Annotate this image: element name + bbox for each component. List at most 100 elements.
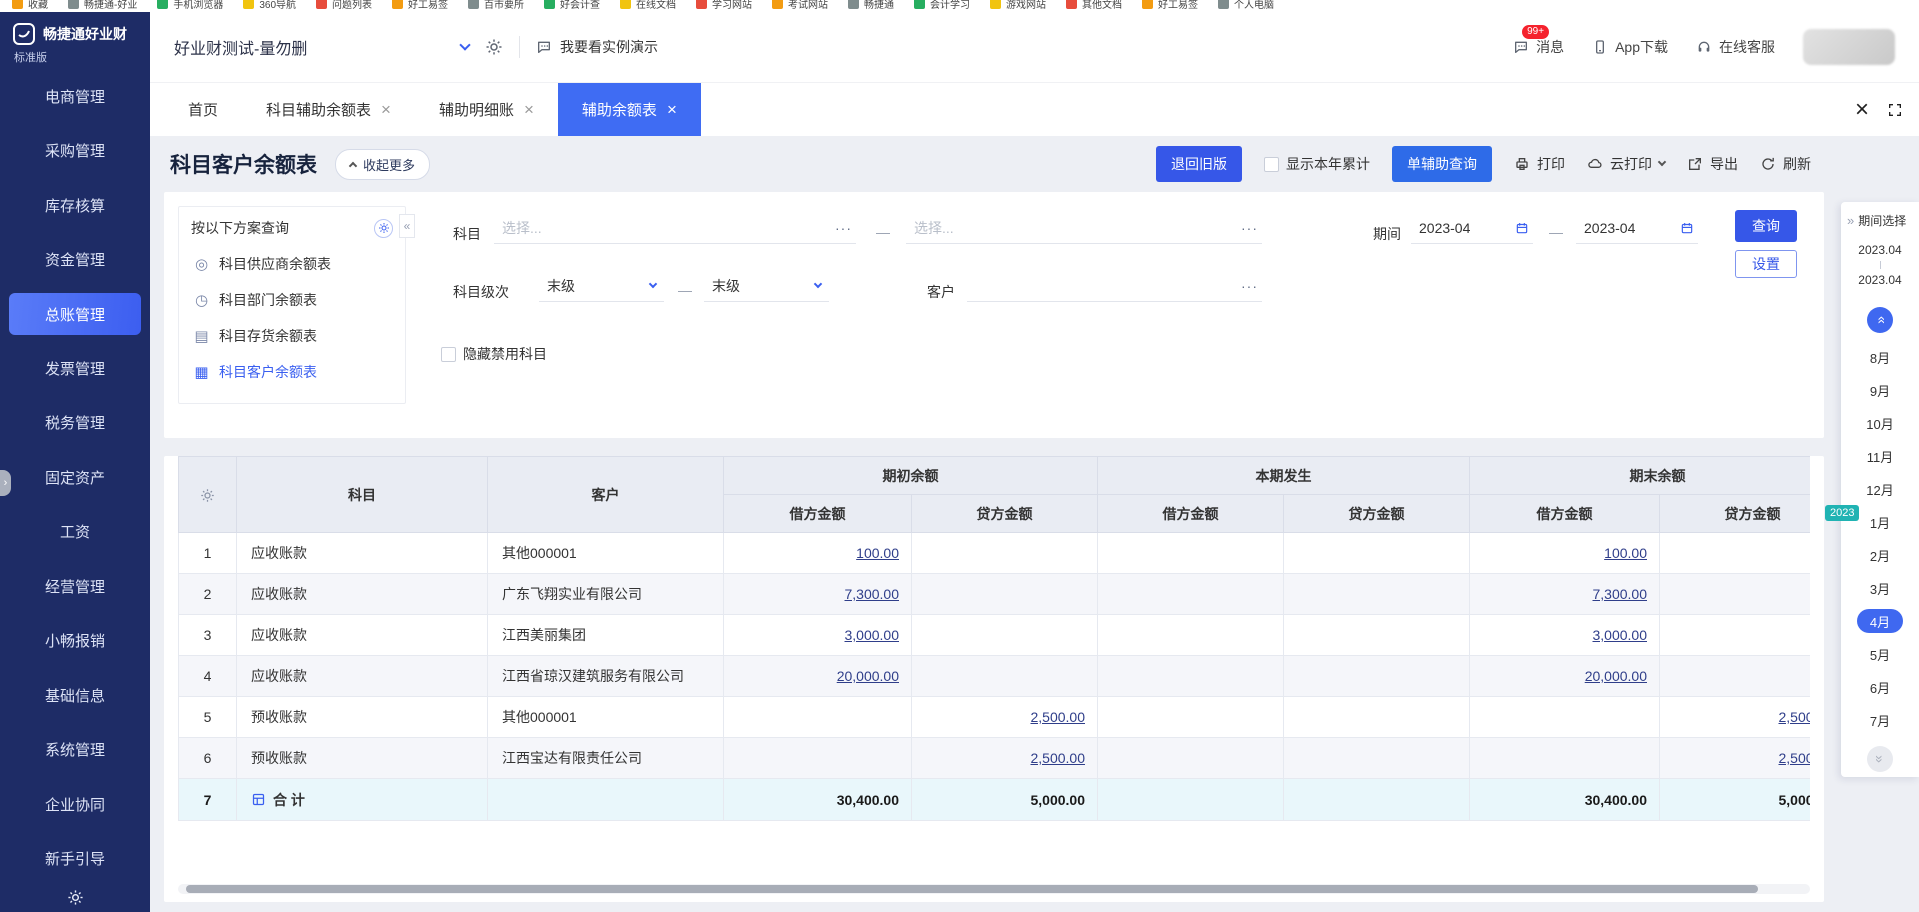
month-item[interactable]: 10月 (1857, 411, 1903, 435)
amount-link[interactable]: 2,500.00 (1779, 709, 1811, 725)
customer-field[interactable]: ··· (967, 270, 1262, 302)
fullscreen-icon[interactable] (1887, 102, 1903, 118)
month-item[interactable]: 12月 (1857, 477, 1903, 501)
level-to-select[interactable]: 末级 (704, 270, 829, 302)
sidebar-item[interactable]: 企业协同 (0, 777, 150, 832)
org-settings-gear-icon[interactable] (485, 38, 503, 56)
amount-link[interactable]: 2,500.00 (1031, 750, 1086, 766)
refresh-button[interactable]: 刷新 (1760, 154, 1811, 174)
cloud-print-button[interactable]: 云打印 (1587, 154, 1667, 174)
export-button[interactable]: 导出 (1687, 154, 1738, 174)
picker-ellipsis-icon[interactable]: ··· (1241, 278, 1258, 294)
bookmark-item[interactable]: 收藏 (12, 0, 48, 11)
collapse-more-button[interactable]: 收起更多 (335, 148, 431, 180)
close-page-icon[interactable]: × (1855, 97, 1869, 122)
bookmark-item[interactable]: 360导航 (243, 0, 296, 11)
bookmark-item[interactable]: 会计学习 (914, 0, 970, 11)
sidebar-item[interactable]: 固定资产 (0, 450, 150, 505)
column-header-credit[interactable]: 贷方金额 (1659, 494, 1810, 533)
collapse-panel-icon[interactable]: » (1847, 213, 1854, 228)
sidebar-item[interactable]: 小畅报销 (0, 614, 150, 669)
tab-close-icon[interactable]: × (381, 101, 391, 118)
column-header-credit[interactable]: 贷方金额 (911, 494, 1098, 533)
month-item[interactable]: 2月 (1857, 543, 1903, 567)
month-item[interactable]: 7月 (1857, 708, 1903, 732)
sidebar-settings-icon[interactable] (0, 889, 150, 907)
bookmark-item[interactable]: 手机浏览器 (157, 0, 223, 11)
picker-ellipsis-icon[interactable]: ··· (835, 220, 852, 236)
column-header-customer[interactable]: 客户 (487, 456, 724, 533)
scrollbar-thumb[interactable] (186, 885, 1758, 893)
scheme-item[interactable]: ▦ 科目客户余额表 (179, 354, 405, 390)
scroll-months-down-button[interactable]: » (1867, 746, 1893, 772)
sidebar-item[interactable]: 资金管理 (0, 233, 150, 288)
column-header-debit[interactable]: 借方金额 (1469, 494, 1660, 533)
bookmark-item[interactable]: 好工易签 (392, 0, 448, 11)
show-ytd-checkbox[interactable] (1264, 156, 1279, 172)
amount-link[interactable]: 100.00 (856, 545, 899, 561)
sidebar-item[interactable]: 库存核算 (0, 178, 150, 233)
subject-from-field[interactable]: 选择... ··· (494, 212, 856, 244)
subject-to-field[interactable]: 选择... ··· (906, 212, 1262, 244)
table-row[interactable]: 3 应收账款 江西美丽集团 3,000.00 3,000.00 (178, 614, 1810, 656)
sidebar-item[interactable]: 基础信息 (0, 668, 150, 723)
scheme-item[interactable]: ◷ 科目部门余额表 (179, 282, 405, 318)
column-header-debit[interactable]: 借方金额 (1097, 494, 1284, 533)
month-item[interactable]: 9月 (1857, 378, 1903, 402)
bookmark-item[interactable]: 游戏网站 (990, 0, 1046, 11)
month-item[interactable]: 3月 (1857, 576, 1903, 600)
level-from-select[interactable]: 末级 (539, 270, 664, 302)
sidebar-item[interactable]: 采购管理 (0, 124, 150, 179)
amount-link[interactable]: 7,300.00 (1593, 586, 1648, 602)
user-avatar[interactable] (1803, 29, 1895, 65)
online-service-button[interactable]: 在线客服 (1696, 37, 1775, 57)
bookmark-item[interactable]: 好会计查 (544, 0, 600, 11)
horizontal-scrollbar[interactable] (178, 884, 1810, 894)
bookmark-item[interactable]: 好工易签 (1142, 0, 1198, 11)
bookmark-item[interactable]: 考试网站 (772, 0, 828, 11)
month-item[interactable]: 6月 (1857, 675, 1903, 699)
calendar-icon[interactable] (1515, 221, 1529, 235)
table-row[interactable]: 5 预收账款 其他000001 2,500.00 2,500.00 (178, 696, 1811, 738)
org-selector[interactable]: 好业财测试-量勿删 (174, 35, 471, 59)
amount-link[interactable]: 2,500.00 (1779, 750, 1811, 766)
sidebar-item[interactable]: 新手引导 (0, 832, 150, 887)
bookmark-item[interactable]: 畅捷通-好业 (68, 0, 137, 11)
table-column-settings-icon[interactable] (200, 488, 215, 503)
tab[interactable]: 科目辅助余额表 × (242, 83, 415, 136)
month-item[interactable]: 5月 (1857, 642, 1903, 666)
sidebar-item[interactable]: 工资 (0, 505, 150, 560)
tab-close-icon[interactable]: × (524, 101, 534, 118)
scheme-item[interactable]: ▤ 科目存货余额表 (179, 318, 405, 354)
column-header-debit[interactable]: 借方金额 (723, 494, 912, 533)
bookmark-item[interactable]: 学习网站 (696, 0, 752, 11)
tab-close-icon[interactable]: × (667, 101, 677, 118)
table-row[interactable]: 1 应收账款 其他000001 100.00 100.00 (178, 532, 1810, 574)
column-header-credit[interactable]: 贷方金额 (1283, 494, 1470, 533)
hide-disabled-checkbox[interactable] (441, 346, 456, 362)
app-download-button[interactable]: App下载 (1592, 37, 1668, 57)
single-aux-query-button[interactable]: 单辅助查询 (1392, 146, 1492, 182)
period-to-field[interactable]: 2023-04 (1576, 212, 1698, 244)
messages-button[interactable]: 99+ 消息 (1513, 24, 1564, 57)
sidebar-item[interactable]: 电商管理 (0, 69, 150, 124)
scroll-months-up-button[interactable]: » (1867, 307, 1893, 333)
month-item[interactable]: 4月 (1857, 609, 1903, 633)
back-to-old-button[interactable]: 退回旧版 (1156, 146, 1242, 182)
drawer-handle[interactable]: › (0, 470, 11, 496)
tab[interactable]: 首页 (164, 83, 242, 136)
picker-ellipsis-icon[interactable]: ··· (1241, 220, 1258, 236)
table-row[interactable]: 2 应收账款 广东飞翔实业有限公司 7,300.00 7,300.00 (178, 573, 1810, 615)
sidebar-item[interactable]: 系统管理 (0, 723, 150, 778)
query-button[interactable]: 查询 (1735, 210, 1797, 242)
amount-link[interactable]: 100.00 (1604, 545, 1647, 561)
amount-link[interactable]: 2,500.00 (1031, 709, 1086, 725)
demo-link[interactable]: 我要看实例演示 (536, 37, 658, 57)
amount-link[interactable]: 3,000.00 (1593, 627, 1648, 643)
table-row[interactable]: 6 预收账款 江西宝达有限责任公司 2,500.00 2,500.00 (178, 737, 1811, 779)
bookmark-item[interactable]: 百市要所 (468, 0, 524, 11)
tab[interactable]: 辅助余额表 × (557, 83, 701, 136)
scheme-item[interactable]: ◎ 科目供应商余额表 (179, 246, 405, 282)
collapse-scheme-panel-handle[interactable]: « (399, 214, 415, 238)
print-button[interactable]: 打印 (1514, 154, 1565, 174)
